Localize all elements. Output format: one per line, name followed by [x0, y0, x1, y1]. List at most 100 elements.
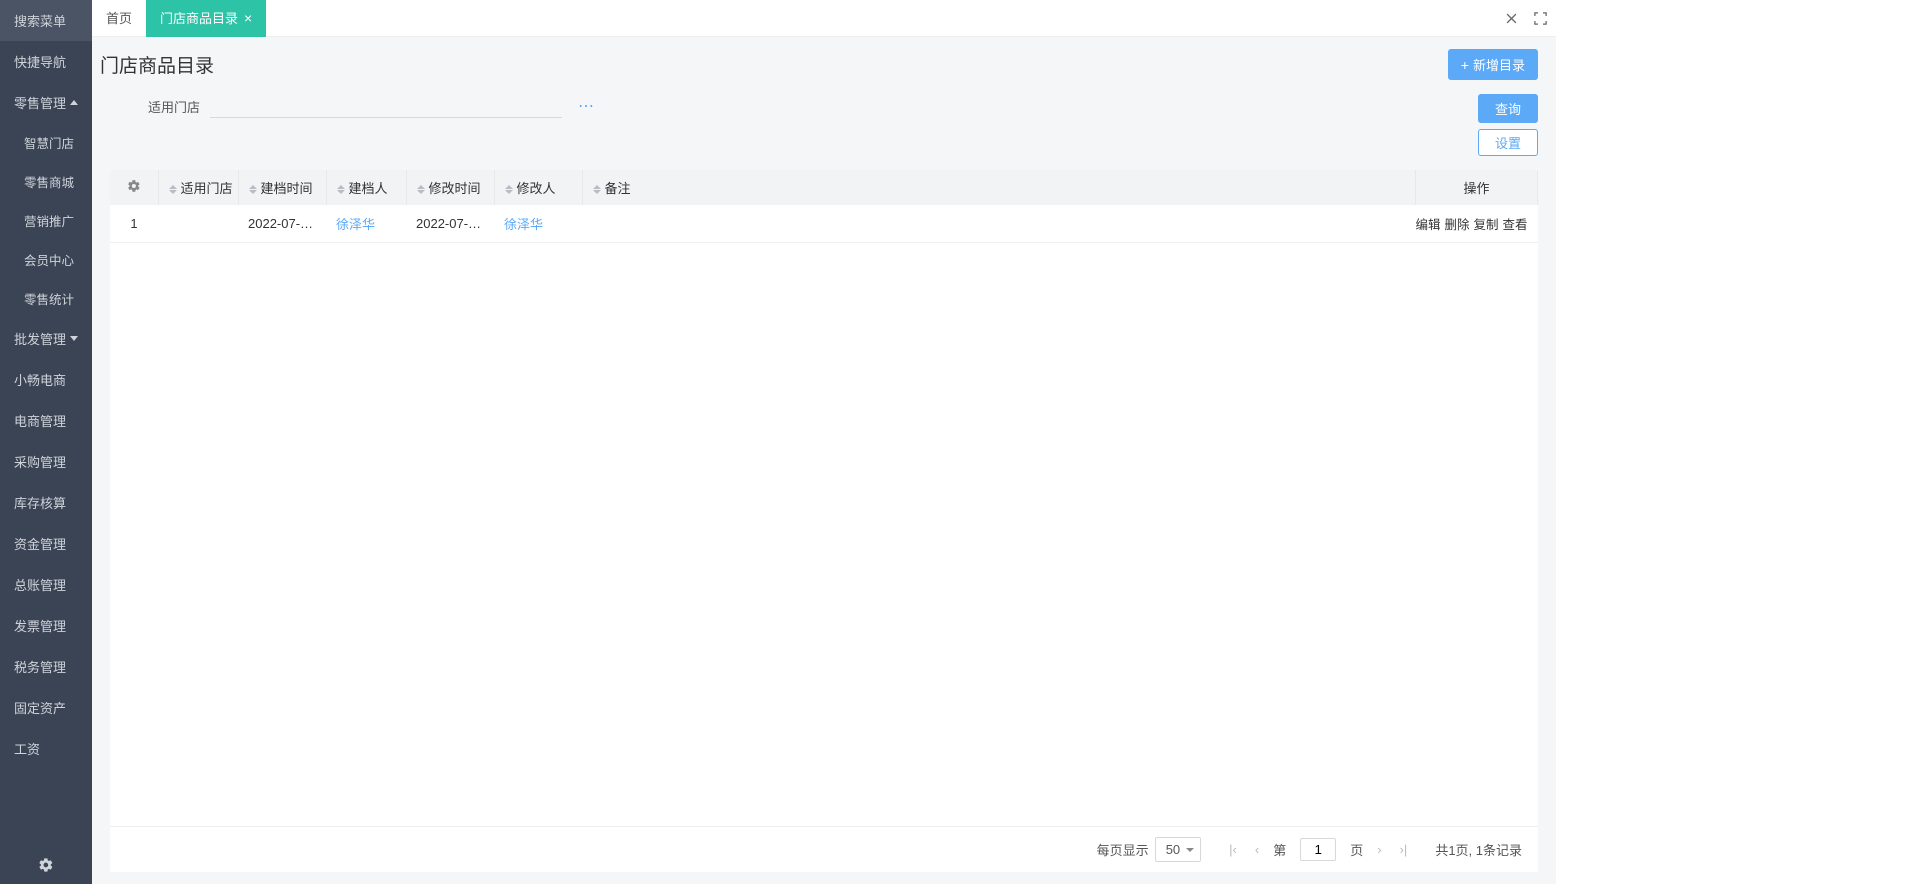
sidebar-item-label: 零售管理: [14, 93, 66, 112]
add-catalog-label: 新增目录: [1473, 55, 1525, 74]
tab-label: 门店商品目录: [160, 0, 238, 37]
sidebar-item-smart-store[interactable]: 智慧门店: [20, 123, 92, 162]
close-icon[interactable]: ×: [244, 11, 252, 25]
tabs-bar: 首页门店商品目录 ×: [92, 0, 1556, 37]
sort-icon: [169, 185, 177, 194]
sidebar-item-retail-mgmt[interactable]: 零售管理: [0, 82, 92, 123]
sidebar-item-label: 快捷导航: [14, 52, 66, 71]
sidebar-item-label: 发票管理: [14, 616, 66, 635]
page-summary: 共1页, 1条记录: [1435, 840, 1522, 859]
page-size-select[interactable]: 50: [1155, 837, 1201, 862]
view-action[interactable]: 查看: [1502, 214, 1527, 233]
sidebar-item-marketing[interactable]: 营销推广: [20, 201, 92, 240]
sidebar-item-wholesale-mgmt[interactable]: 批发管理: [0, 318, 92, 359]
sidebar-item-label: 工资: [14, 739, 40, 758]
sidebar-item-fund-mgmt[interactable]: 资金管理: [0, 523, 92, 564]
sidebar-item-label: 税务管理: [14, 657, 66, 676]
page-suffix: 页: [1350, 840, 1363, 859]
last-page-button[interactable]: ›|: [1396, 840, 1412, 859]
delete-action[interactable]: 删除: [1444, 214, 1469, 233]
prev-page-button[interactable]: ‹: [1251, 840, 1263, 859]
col-create-time[interactable]: 建档时间: [238, 170, 326, 205]
sidebar-item-tax-mgmt[interactable]: 税务管理: [0, 646, 92, 687]
table-cell: [158, 205, 238, 243]
table-cell: [582, 205, 1416, 243]
sidebar-item-label: 搜索菜单: [14, 11, 66, 30]
plus-icon: +: [1461, 58, 1469, 72]
table-cell: 徐泽华: [494, 205, 582, 243]
close-all-tabs-icon[interactable]: [1504, 11, 1519, 26]
sidebar-submenu: 智慧门店零售商城营销推广会员中心零售统计: [0, 123, 92, 318]
chevron-down-icon: [70, 336, 78, 341]
sidebar-item-label: 批发管理: [14, 329, 66, 348]
sidebar-item-label: 电商管理: [14, 411, 66, 430]
sidebar-item-xiaochang-ecom[interactable]: 小畅电商: [0, 359, 92, 400]
sidebar-item-label: 采购管理: [14, 452, 66, 471]
pagination: 每页显示 50 |‹ ‹ 第 页 › ›| 共1页, 1条记录: [110, 826, 1538, 872]
per-page-label: 每页显示: [1097, 840, 1149, 859]
sidebar-item-ledger-mgmt[interactable]: 总账管理: [0, 564, 92, 605]
table-cell-operations: 编辑删除复制查看: [1416, 205, 1538, 243]
col-operation: 操作: [1416, 170, 1538, 205]
gear-icon: [38, 857, 54, 876]
sort-icon: [337, 185, 345, 194]
col-remark[interactable]: 备注: [582, 170, 1416, 205]
filter-more-icon[interactable]: ⋯: [572, 96, 601, 116]
edit-action[interactable]: 编辑: [1416, 214, 1441, 233]
table-cell: 2022-07-27 11:: [238, 205, 326, 243]
sidebar-settings-gear[interactable]: [0, 849, 92, 884]
sidebar-item-label: 固定资产: [14, 698, 66, 717]
person-link[interactable]: 徐泽华: [504, 217, 543, 232]
sidebar-item-retail-stats[interactable]: 零售统计: [20, 279, 92, 318]
first-page-button[interactable]: |‹: [1225, 840, 1241, 859]
table-cell: 徐泽华: [326, 205, 406, 243]
col-create-person[interactable]: 建档人: [326, 170, 406, 205]
tab-0[interactable]: 首页: [92, 0, 146, 37]
next-page-button[interactable]: ›: [1373, 840, 1385, 859]
filter-store-input[interactable]: [210, 94, 562, 118]
filter-row: 适用门店 ⋯ 查询 设置: [92, 90, 1556, 170]
table-wrap: 适用门店 建档时间 建档人 修改时间 修改人 备注 操作 1 2022-07-27…: [110, 170, 1538, 826]
page-title: 门店商品目录: [100, 51, 214, 78]
sidebar-item-member-center[interactable]: 会员中心: [20, 240, 92, 279]
filter-store-label: 适用门店: [148, 97, 200, 116]
query-button[interactable]: 查询: [1478, 94, 1538, 123]
sidebar-item-label: 库存核算: [14, 493, 66, 512]
sidebar: 搜索菜单快捷导航零售管理智慧门店零售商城营销推广会员中心零售统计批发管理小畅电商…: [0, 0, 92, 884]
sort-icon: [593, 185, 601, 194]
sidebar-item-search-menu[interactable]: 搜索菜单: [0, 0, 92, 41]
table-cell: 2022-07-27 11:: [406, 205, 494, 243]
sidebar-item-quick-nav[interactable]: 快捷导航: [0, 41, 92, 82]
content-panel: 适用门店 建档时间 建档人 修改时间 修改人 备注 操作 1 2022-07-27…: [110, 170, 1538, 872]
sidebar-item-salary[interactable]: 工资: [0, 728, 92, 769]
sidebar-item-invoice-mgmt[interactable]: 发票管理: [0, 605, 92, 646]
sidebar-item-purchase-mgmt[interactable]: 采购管理: [0, 441, 92, 482]
page-input[interactable]: [1300, 838, 1336, 861]
sidebar-item-ecom-mgmt[interactable]: 电商管理: [0, 400, 92, 441]
page-prefix: 第: [1273, 840, 1286, 859]
sidebar-item-label: 总账管理: [14, 575, 66, 594]
col-modify-person[interactable]: 修改人: [494, 170, 582, 205]
chevron-up-icon: [70, 100, 78, 105]
gear-icon: [127, 181, 141, 196]
col-modify-time[interactable]: 修改时间: [406, 170, 494, 205]
fullscreen-icon[interactable]: [1533, 11, 1548, 26]
main-area: 首页门店商品目录× 门店商品目录 + 新增目录 适用门店: [92, 0, 1556, 884]
add-catalog-button[interactable]: + 新增目录: [1448, 49, 1538, 80]
col-store[interactable]: 适用门店: [158, 170, 238, 205]
data-table: 适用门店 建档时间 建档人 修改时间 修改人 备注 操作 1 2022-07-27…: [110, 170, 1538, 243]
table-cell: 1: [110, 205, 158, 243]
sidebar-item-label: 小畅电商: [14, 370, 66, 389]
sort-icon: [249, 185, 257, 194]
table-row: 1 2022-07-27 11: 徐泽华 2022-07-27 11: 徐泽华 编辑删除复…: [110, 205, 1538, 243]
sidebar-item-retail-mall[interactable]: 零售商城: [20, 162, 92, 201]
sidebar-item-inventory[interactable]: 库存核算: [0, 482, 92, 523]
tab-label: 首页: [106, 0, 132, 37]
settings-button[interactable]: 设置: [1478, 129, 1538, 156]
tab-1[interactable]: 门店商品目录 ×: [146, 0, 266, 37]
sidebar-item-fixed-assets[interactable]: 固定资产: [0, 687, 92, 728]
col-config[interactable]: [110, 170, 158, 205]
copy-action[interactable]: 复制: [1473, 214, 1498, 233]
sidebar-item-label: 资金管理: [14, 534, 66, 553]
person-link[interactable]: 徐泽华: [336, 217, 375, 232]
